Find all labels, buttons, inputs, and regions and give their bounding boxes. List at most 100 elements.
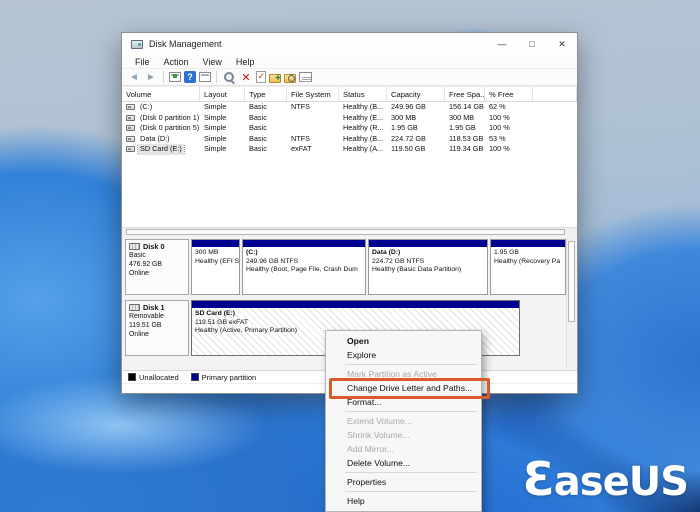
partition-data-d-[interactable]: Data (D:)224.72 GB NTFSHealthy (Basic Da… xyxy=(368,239,488,295)
context-menu-item-open[interactable]: Open xyxy=(326,334,481,348)
status-cell: Healthy (E... xyxy=(339,113,387,124)
volume-icon xyxy=(126,115,135,121)
volume-name: (Disk 0 partition 5) xyxy=(138,123,200,134)
toolbar-separator xyxy=(163,71,164,83)
primary-partition-bar xyxy=(243,240,365,247)
volume-icon xyxy=(126,146,135,152)
easeus-logo-rest: aseUS xyxy=(554,459,688,505)
free-space-cell: 119.34 GB xyxy=(445,144,485,155)
folder-add-icon[interactable] xyxy=(269,74,281,83)
context-menu: OpenExplore Mark Partition as ActiveChang… xyxy=(325,330,482,512)
context-menu-item-shrink-volume: Shrink Volume... xyxy=(326,428,481,442)
disk-name-text: Disk 0 xyxy=(143,242,165,251)
layout-cell: Simple xyxy=(200,144,245,155)
toolbar-separator xyxy=(216,71,217,83)
help-icon[interactable] xyxy=(184,71,196,83)
type-cell: Basic xyxy=(245,113,287,124)
disk-label-disk-1[interactable]: Disk 1Removable119.51 GBOnline xyxy=(125,300,189,356)
disk-label-disk-0[interactable]: Disk 0Basic476.92 GBOnline xyxy=(125,239,189,295)
status-cell: Healthy (R... xyxy=(339,123,387,134)
column-header-filler xyxy=(533,87,577,101)
partition-detail: 224.72 GB NTFS xyxy=(372,258,484,267)
volume-icon xyxy=(126,104,135,110)
minimize-button[interactable]: — xyxy=(487,33,517,55)
volume-name: (Disk 0 partition 1) xyxy=(138,113,200,124)
context-menu-item-help[interactable]: Help xyxy=(326,494,481,508)
column-header--free[interactable]: % Free xyxy=(485,87,533,101)
window-title: Disk Management xyxy=(149,39,222,49)
toolbar xyxy=(122,69,577,86)
properties-icon[interactable] xyxy=(299,72,312,82)
context-menu-item-mark-partition-as-active: Mark Partition as Active xyxy=(326,367,481,381)
disk-name: Disk 1 xyxy=(129,303,185,312)
context-menu-separator xyxy=(345,491,477,492)
tool-icon[interactable] xyxy=(222,71,236,84)
maximize-button[interactable]: □ xyxy=(517,33,547,55)
column-header-file-system[interactable]: File System xyxy=(287,87,339,101)
easeus-logo-initial: Ɛ xyxy=(523,452,554,506)
partition-name: Data (D:) xyxy=(372,249,484,258)
file-system-cell: NTFS xyxy=(287,102,339,113)
action-pane-icon[interactable] xyxy=(199,72,211,82)
column-header-status[interactable]: Status xyxy=(339,87,387,101)
legend-label: Primary partition xyxy=(202,373,257,382)
volume-icon xyxy=(126,136,135,142)
volume-name: (C:) xyxy=(138,102,154,113)
menu-help[interactable]: Help xyxy=(229,57,262,67)
folder-search-icon[interactable] xyxy=(284,74,296,83)
partition--c-[interactable]: (C:)249.96 GB NTFSHealthy (Boot, Page Fi… xyxy=(242,239,366,295)
partition-300-mb[interactable]: 300 MBHealthy (EFI Sy xyxy=(191,239,240,295)
horizontal-scrollbar-thumb[interactable] xyxy=(126,229,565,235)
column-header-layout[interactable]: Layout xyxy=(200,87,245,101)
check-doc-icon[interactable] xyxy=(256,71,266,83)
type-cell: Basic xyxy=(245,144,287,155)
partition-name: (C:) xyxy=(246,249,362,258)
disk-name: Disk 0 xyxy=(129,242,185,251)
pct-free-cell: 62 % xyxy=(485,102,533,113)
context-menu-item-format[interactable]: Format... xyxy=(326,395,481,409)
legend-item-unallocated: Unallocated xyxy=(128,373,179,382)
type-cell: Basic xyxy=(245,123,287,134)
close-button[interactable]: ✕ xyxy=(547,33,577,55)
partition-detail: Healthy (Boot, Page File, Crash Dum xyxy=(246,266,362,275)
context-menu-item-change-drive-letter-and-paths[interactable]: Change Drive Letter and Paths... xyxy=(326,381,481,395)
partition-name: SD Card (E:) xyxy=(195,310,516,319)
console-tree-icon[interactable] xyxy=(169,72,181,82)
partition-1-95-gb[interactable]: 1.95 GBHealthy (Recovery Pa xyxy=(490,239,566,295)
disk-row: Disk 0Basic476.92 GBOnline300 MBHealthy … xyxy=(125,239,564,295)
delete-icon[interactable] xyxy=(239,71,253,84)
partition-detail: Healthy (EFI Sy xyxy=(195,258,236,267)
disk-name-text: Disk 1 xyxy=(143,303,165,312)
table-row[interactable]: (Disk 0 partition 5)SimpleBasicHealthy (… xyxy=(122,123,577,134)
title-bar[interactable]: Disk Management —□✕ xyxy=(122,33,577,55)
menu-file[interactable]: File xyxy=(128,57,157,67)
column-header-type[interactable]: Type xyxy=(245,87,287,101)
context-menu-item-delete-volume[interactable]: Delete Volume... xyxy=(326,456,481,470)
pct-free-cell: 100 % xyxy=(485,123,533,134)
capacity-cell: 249.96 GB xyxy=(387,102,445,113)
column-header-capacity[interactable]: Capacity xyxy=(387,87,445,101)
back-icon[interactable] xyxy=(127,71,141,84)
table-row[interactable]: Data (D:)SimpleBasicNTFSHealthy (B...224… xyxy=(122,134,577,145)
disk-size: 476.92 GB xyxy=(129,260,185,269)
context-menu-item-properties[interactable]: Properties xyxy=(326,475,481,489)
menu-action[interactable]: Action xyxy=(157,57,196,67)
horizontal-scrollbar[interactable] xyxy=(122,227,577,236)
disk-icon xyxy=(129,243,140,250)
menu-view[interactable]: View xyxy=(196,57,229,67)
status-cell: Healthy (A... xyxy=(339,144,387,155)
partitions: 300 MBHealthy (EFI Sy(C:)249.96 GB NTFSH… xyxy=(191,239,564,295)
vertical-scrollbar[interactable] xyxy=(566,238,576,368)
table-row[interactable]: (Disk 0 partition 1)SimpleBasicHealthy (… xyxy=(122,113,577,124)
partition-text: 300 MBHealthy (EFI Sy xyxy=(192,249,239,266)
table-row[interactable]: SD Card (E:)SimpleBasicexFATHealthy (A..… xyxy=(122,144,577,155)
table-row[interactable]: (C:)SimpleBasicNTFSHealthy (B...249.96 G… xyxy=(122,102,577,113)
forward-icon[interactable] xyxy=(144,71,158,84)
pct-free-cell: 100 % xyxy=(485,144,533,155)
easeus-logo: ƐaseUS xyxy=(523,452,688,506)
partition-detail: 119.51 GB exFAT xyxy=(195,319,516,328)
column-header-volume[interactable]: Volume xyxy=(122,87,200,101)
column-header-free-spa-[interactable]: Free Spa... xyxy=(445,87,485,101)
context-menu-item-explore[interactable]: Explore xyxy=(326,348,481,362)
vertical-scrollbar-thumb[interactable] xyxy=(568,241,575,322)
